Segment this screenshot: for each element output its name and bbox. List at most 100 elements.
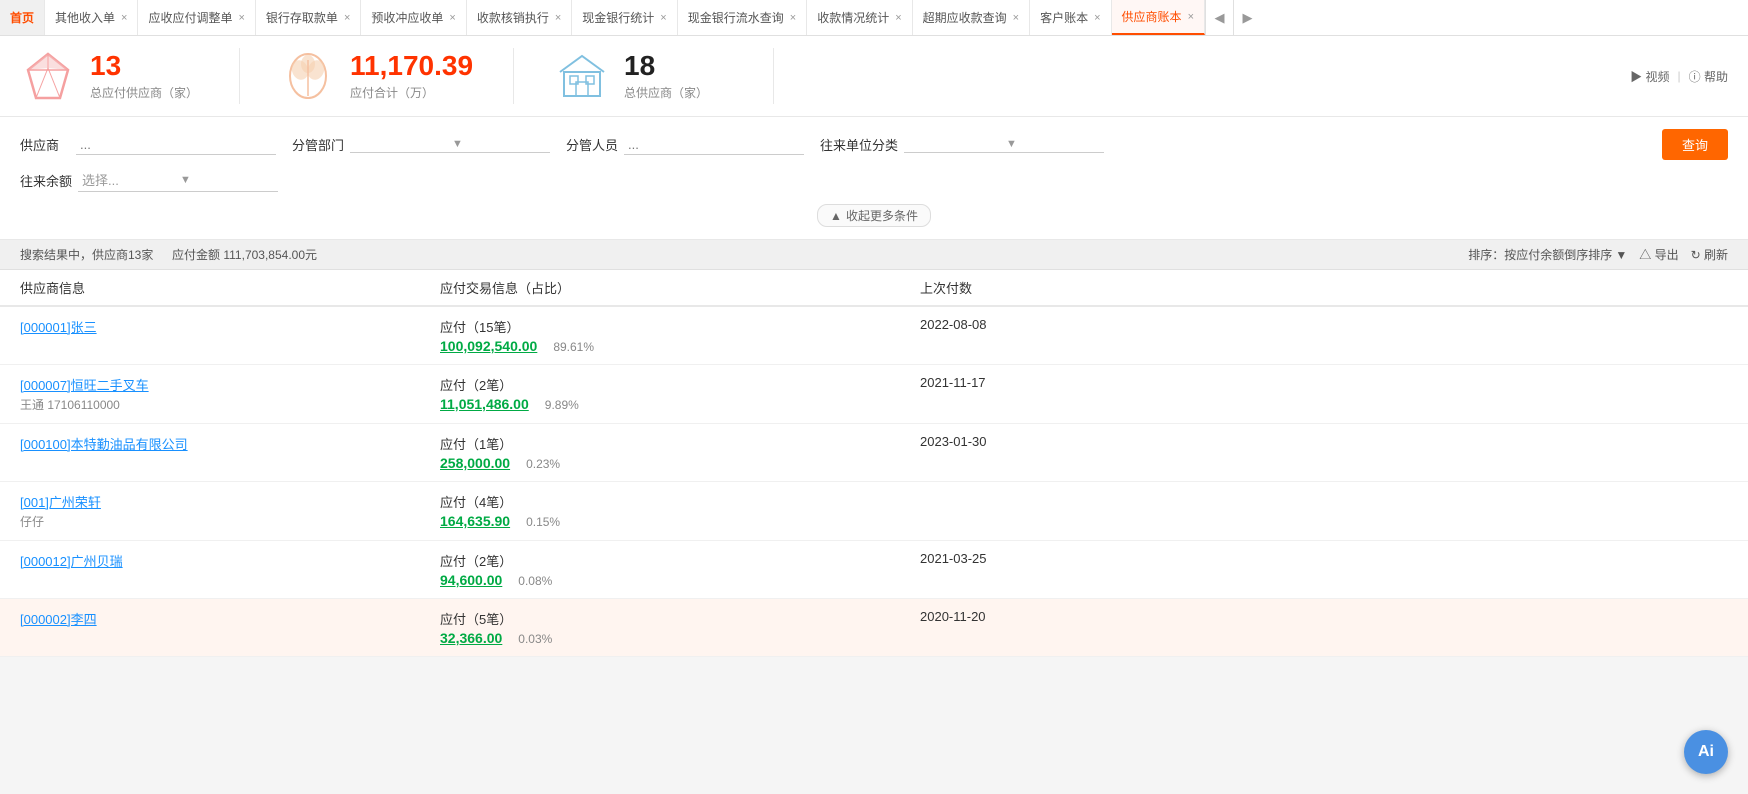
separator: | — [1678, 69, 1681, 83]
lastpay-date-3: 2023-01-30 — [920, 434, 987, 449]
tx-amount-4[interactable]: 164,635.90 — [440, 513, 510, 529]
nav-tab-overdue[interactable]: 超期应收款查询 × — [913, 0, 1030, 35]
export-button[interactable]: △ 导出 — [1639, 246, 1678, 263]
total-ap-suppliers-number: 13 — [90, 51, 198, 82]
lastpay-col-1: 2022-08-08 — [920, 317, 1728, 332]
col-header-supplier: 供应商信息 — [20, 278, 440, 297]
collapse-icon: ▲ — [830, 209, 842, 223]
ap-total-number: 11,170.39 — [350, 51, 473, 82]
table-row: [000007]恒旺二手叉车 王通 17106110000 应付（2笔） 11,… — [0, 365, 1748, 424]
supplier-col-3: [000100]本特勤油品有限公司 — [20, 434, 440, 453]
summary-card-1: 13 总应付供应商（家） — [20, 48, 240, 104]
close-icon[interactable]: × — [895, 12, 901, 24]
filter-balance: 往来余额 选择... ▼ — [20, 168, 278, 192]
table-row: [000100]本特勤油品有限公司 应付（1笔） 258,000.00 0.23… — [0, 424, 1748, 482]
nav-tab-supplier[interactable]: 供应商账本 × — [1112, 0, 1205, 35]
nav-tab-home[interactable]: 首页 — [0, 0, 45, 35]
total-suppliers-number: 18 — [624, 51, 708, 82]
balance-filter-select[interactable]: 选择... ▼ — [78, 168, 278, 192]
close-icon[interactable]: × — [790, 12, 796, 24]
close-icon[interactable]: × — [1013, 12, 1019, 24]
ap-total-label: 应付合计（万） — [350, 84, 473, 101]
video-link[interactable]: ▶ 视频 — [1630, 68, 1669, 85]
close-icon[interactable]: × — [344, 12, 350, 24]
nav-tab-other-income-label: 其他收入单 — [55, 9, 115, 26]
refresh-button[interactable]: ↻ 刷新 — [1691, 246, 1728, 263]
nav-prev-arrow[interactable]: ◀ — [1205, 0, 1233, 35]
tx-amount-2[interactable]: 11,051,486.00 — [440, 396, 529, 412]
store-icon — [554, 48, 610, 104]
chevron-down-icon-3: ▼ — [180, 174, 274, 186]
close-icon[interactable]: × — [449, 12, 455, 24]
tx-amount-5[interactable]: 94,600.00 — [440, 572, 502, 588]
lastpay-date-6: 2020-11-20 — [920, 609, 986, 624]
supplier-col-2: [000007]恒旺二手叉车 王通 17106110000 — [20, 375, 440, 413]
supplier-link-5[interactable]: [000012]广州贝瑞 — [20, 554, 123, 569]
supplier-link-1[interactable]: [000001]张三 — [20, 320, 97, 335]
result-separator — [159, 248, 166, 262]
filter-supplier: 供应商 — [20, 135, 276, 155]
nav-tab-ar-ap-adjust[interactable]: 应收应付调整单 × — [138, 0, 255, 35]
tx-amount-1[interactable]: 100,092,540.00 — [440, 338, 537, 354]
close-icon[interactable]: × — [238, 12, 244, 24]
nav-tab-collection-stat[interactable]: 收款情况统计 × — [807, 0, 912, 35]
filter-row-1: 供应商 分管部门 ▼ 分管人员 往来单位分类 ▼ 查询 — [20, 129, 1728, 160]
close-icon[interactable]: × — [121, 12, 127, 24]
help-link[interactable]: ⓘ 帮助 — [1689, 68, 1728, 85]
summary-bar: 13 总应付供应商（家） 11,170.39 应付合计（万） — [0, 36, 1748, 117]
table-row: [000012]广州贝瑞 应付（2笔） 94,600.00 0.08% 2021… — [0, 541, 1748, 599]
ai-badge[interactable]: Ai — [1684, 730, 1728, 774]
filter-area: 供应商 分管部门 ▼ 分管人员 往来单位分类 ▼ 查询 — [0, 117, 1748, 240]
balance-select-value: 选择... — [82, 170, 176, 189]
nav-tab-collection[interactable]: 收款核销执行 × — [467, 0, 572, 35]
lastpay-col-3: 2023-01-30 — [920, 434, 1728, 449]
transaction-col-6: 应付（5笔） 32,366.00 0.03% — [440, 609, 920, 646]
supplier-link-3[interactable]: [000100]本特勤油品有限公司 — [20, 437, 188, 452]
tx-percent-2: 9.89% — [545, 398, 579, 412]
ai-badge-label: Ai — [1698, 743, 1714, 761]
export-icon: △ — [1639, 248, 1651, 262]
chevron-down-icon: ▼ — [452, 138, 546, 150]
table-row: [001]广州荣轩 仔仔 应付（4笔） 164,635.90 0.15% — [0, 482, 1748, 541]
supplier-link-4[interactable]: [001]广州荣轩 — [20, 495, 101, 510]
result-bar: 搜索结果中，供应商13家 应付金额 111,703,854.00元 排序：按应付… — [0, 240, 1748, 270]
nav-tab-cash-flow[interactable]: 现金银行流水查询 × — [678, 0, 807, 35]
nav-next-arrow[interactable]: ▶ — [1233, 0, 1261, 35]
tx-label-1: 应付（15笔） — [440, 317, 920, 336]
nav-tab-supplier-label: 供应商账本 — [1122, 8, 1182, 25]
sort-label: 排序：按应付余额倒序排序 — [1468, 246, 1612, 263]
close-icon[interactable]: × — [1094, 12, 1100, 24]
tx-percent-4: 0.15% — [526, 515, 560, 529]
sort-button[interactable]: 排序：按应付余额倒序排序 ▼ — [1468, 246, 1627, 263]
tx-amount-6[interactable]: 32,366.00 — [440, 630, 502, 646]
close-icon[interactable]: × — [555, 12, 561, 24]
result-text-2: 应付金额 111,703,854.00元 — [172, 246, 317, 263]
summary-text-3: 18 总供应商（家） — [624, 51, 708, 101]
query-button[interactable]: 查询 — [1662, 129, 1728, 160]
dept-filter-select[interactable]: ▼ — [350, 136, 550, 153]
tx-amount-3[interactable]: 258,000.00 — [440, 455, 510, 471]
nav-tab-collection-label: 收款核销执行 — [477, 9, 549, 26]
diamond-icon — [20, 48, 76, 104]
supplier-link-6[interactable]: [000002]李四 — [20, 612, 97, 627]
supplier-col-1: [000001]张三 — [20, 317, 440, 336]
nav-tab-customer-label: 客户账本 — [1040, 9, 1088, 26]
supplier-link-2[interactable]: [000007]恒旺二手叉车 — [20, 378, 149, 393]
person-filter-label: 分管人员 — [566, 135, 618, 154]
close-icon[interactable]: × — [1188, 11, 1194, 23]
lastpay-col-2: 2021-11-17 — [920, 375, 1728, 390]
collapse-button[interactable]: ▲ 收起更多条件 — [817, 204, 931, 227]
person-filter-input[interactable] — [624, 135, 804, 155]
data-table: 供应商信息 应付交易信息（占比） 上次付数 [000001]张三 应付（15笔）… — [0, 270, 1748, 657]
category-filter-select[interactable]: ▼ — [904, 136, 1104, 153]
supplier-filter-input[interactable] — [76, 135, 276, 155]
nav-tab-bank-deposit[interactable]: 银行存取款单 × — [256, 0, 361, 35]
tx-percent-1: 89.61% — [553, 340, 594, 354]
nav-tab-cash-bank[interactable]: 现金银行统计 × — [572, 0, 677, 35]
chevron-down-icon-2: ▼ — [1006, 138, 1100, 150]
nav-tab-other-income[interactable]: 其他收入单 × — [45, 0, 138, 35]
close-icon[interactable]: × — [660, 12, 666, 24]
nav-tab-customer[interactable]: 客户账本 × — [1030, 0, 1111, 35]
lastpay-col-6: 2020-11-20 — [920, 609, 1728, 624]
nav-tab-advance[interactable]: 预收冲应收单 × — [361, 0, 466, 35]
